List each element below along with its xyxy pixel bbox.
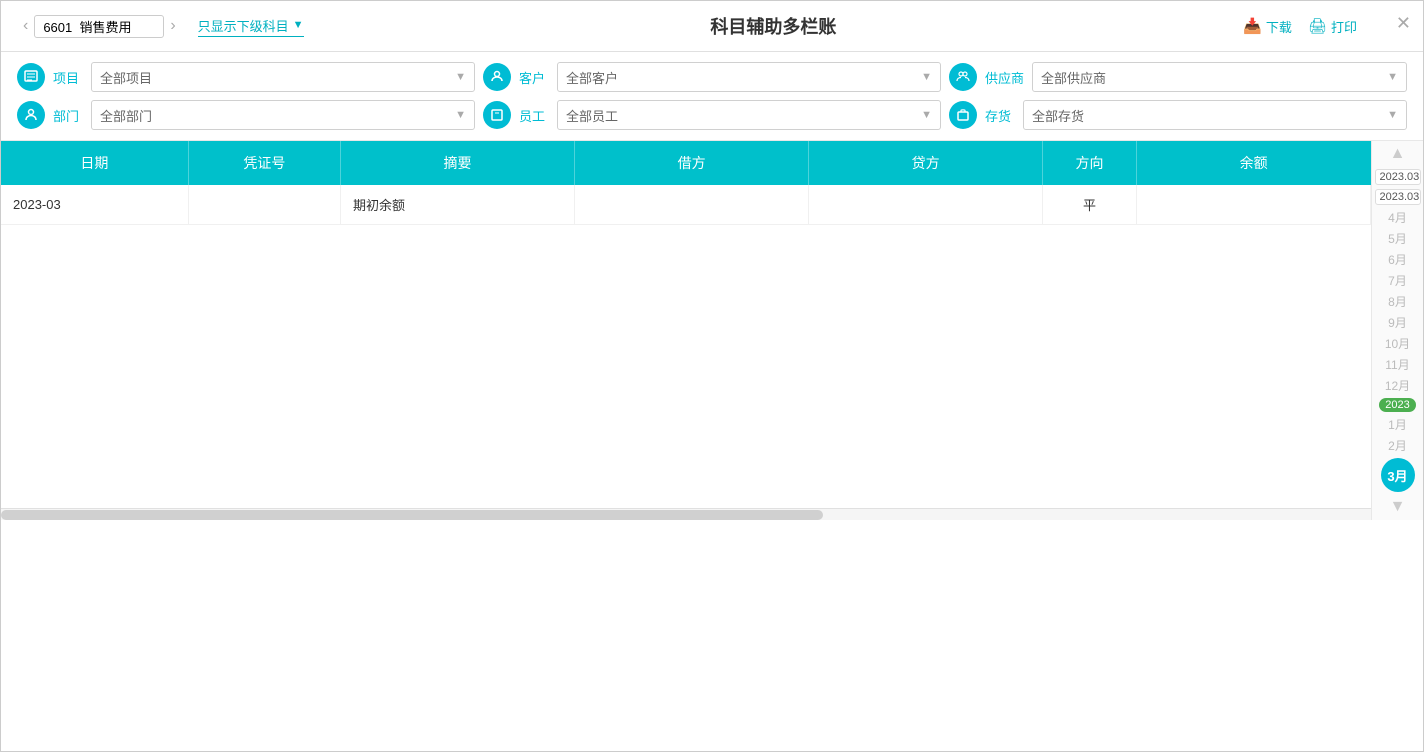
supplier-value: 全部供应商 (1041, 68, 1106, 87)
col-voucher: 凭证号 (188, 141, 340, 185)
project-label: 项目 (53, 68, 83, 87)
print-button[interactable]: 🖨 打印 (1308, 17, 1357, 36)
timeline-down-button[interactable]: ▼ (1390, 494, 1406, 520)
timeline-year-badge[interactable]: 2023 (1379, 398, 1415, 412)
filter-department: 部门 全部部门 ▼ (17, 100, 475, 130)
timeline-month-1[interactable]: 1月 (1372, 414, 1423, 435)
page-title: 科目辅助多栏账 (304, 13, 1244, 39)
cell-voucher (188, 185, 340, 225)
employee-label: 员工 (519, 106, 549, 125)
timeline-month-6[interactable]: 6月 (1372, 249, 1423, 270)
col-credit: 贷方 (809, 141, 1043, 185)
timeline-month-7[interactable]: 7月 (1372, 270, 1423, 291)
filter-supplier: 供应商 全部供应商 ▼ (949, 62, 1407, 92)
supplier-label: 供应商 (985, 68, 1024, 87)
table-header-row: 日期 凭证号 摘要 借方 贷方 方向 余额 (1, 141, 1371, 185)
show-sub-arrow-icon: ▼ (293, 19, 304, 31)
col-summary: 摘要 (340, 141, 574, 185)
timeline-date-1[interactable]: 2023.03 (1375, 169, 1421, 185)
cell-balance (1136, 185, 1370, 225)
table-row: 2023-03 期初余额 平 (1, 185, 1371, 225)
cell-date: 2023-03 (1, 185, 188, 225)
timeline-month-10[interactable]: 10月 (1372, 333, 1423, 354)
timeline-month-8[interactable]: 8月 (1372, 291, 1423, 312)
show-sub-toggle[interactable]: 只显示下级科目 ▼ (198, 16, 304, 37)
close-button[interactable]: ✕ (1396, 13, 1411, 34)
project-icon (17, 63, 45, 91)
department-select[interactable]: 全部部门 ▼ (91, 100, 475, 130)
department-label: 部门 (53, 106, 83, 125)
filter-customer: 客户 全部客户 ▼ (483, 62, 941, 92)
cell-credit (809, 185, 1043, 225)
horizontal-scrollbar[interactable] (1, 508, 1371, 520)
timeline-month-12[interactable]: 12月 (1372, 375, 1423, 396)
customer-value: 全部客户 (566, 68, 618, 87)
project-select[interactable]: 全部项目 ▼ (91, 62, 475, 92)
employee-select[interactable]: 全部员工 ▼ (557, 100, 941, 130)
customer-label: 客户 (519, 68, 549, 87)
timeline-month-2[interactable]: 2月 (1372, 435, 1423, 456)
next-account-button[interactable]: › (164, 15, 181, 37)
cell-direction: 平 (1043, 185, 1137, 225)
inventory-select[interactable]: 全部存货 ▼ (1023, 100, 1407, 130)
inventory-value: 全部存货 (1032, 106, 1084, 125)
timeline-date-2[interactable]: 2023.03 (1375, 189, 1421, 205)
supplier-arrow-icon: ▼ (1387, 71, 1398, 83)
show-sub-label: 只显示下级科目 (198, 16, 289, 35)
inventory-label: 存货 (985, 106, 1015, 125)
inventory-arrow-icon: ▼ (1387, 109, 1398, 121)
inventory-icon (949, 101, 977, 129)
main-window: ✕ ‹ › 只显示下级科目 ▼ 科目辅助多栏账 📥 下载 🖨 打印 (0, 0, 1424, 752)
scrollbar-thumb[interactable] (1, 510, 823, 520)
filter-project: 项目 全部项目 ▼ (17, 62, 475, 92)
project-arrow-icon: ▼ (455, 71, 466, 83)
filter-employee: 员工 全部员工 ▼ (483, 100, 941, 130)
supplier-icon (949, 63, 977, 91)
download-icon: 📥 (1243, 17, 1262, 35)
department-arrow-icon: ▼ (455, 109, 466, 121)
project-value: 全部项目 (100, 68, 152, 87)
employee-value: 全部员工 (566, 106, 618, 125)
timeline-month-11[interactable]: 11月 (1372, 354, 1423, 375)
department-value: 全部部门 (100, 106, 152, 125)
customer-select[interactable]: 全部客户 ▼ (557, 62, 941, 92)
account-code-area (34, 15, 164, 38)
employee-icon (483, 101, 511, 129)
col-direction: 方向 (1043, 141, 1137, 185)
employee-arrow-icon: ▼ (921, 109, 932, 121)
account-code-input[interactable] (34, 15, 164, 38)
col-debit: 借方 (575, 141, 809, 185)
customer-icon (483, 63, 511, 91)
timeline-active-month[interactable]: 3月 (1381, 458, 1415, 492)
cell-summary: 期初余额 (340, 185, 574, 225)
timeline-month-5[interactable]: 5月 (1372, 228, 1423, 249)
timeline-panel: ▲ 2023.03 2023.03 4月 5月 6月 7月 8月 9月 10月 … (1371, 141, 1423, 520)
col-balance: 余额 (1136, 141, 1370, 185)
print-label: 打印 (1331, 17, 1357, 36)
customer-arrow-icon: ▼ (921, 71, 932, 83)
print-icon: 🖨 (1308, 17, 1327, 35)
col-date: 日期 (1, 141, 188, 185)
prev-account-button[interactable]: ‹ (17, 15, 34, 37)
action-buttons: 📥 下载 🖨 打印 (1243, 17, 1357, 36)
supplier-select[interactable]: 全部供应商 ▼ (1032, 62, 1407, 92)
timeline-up-button[interactable]: ▲ (1390, 141, 1406, 167)
timeline-month-9[interactable]: 9月 (1372, 312, 1423, 333)
table-area: 日期 凭证号 摘要 借方 贷方 方向 余额 2023-03 (1, 141, 1371, 520)
download-label: 下载 (1266, 17, 1292, 36)
table-scroll-area[interactable]: 日期 凭证号 摘要 借方 贷方 方向 余额 2023-03 (1, 141, 1371, 508)
data-table: 日期 凭证号 摘要 借方 贷方 方向 余额 2023-03 (1, 141, 1371, 225)
filter-bar: 项目 全部项目 ▼ 客户 全部客户 ▼ 供应商 全部供应商 ▼ (1, 52, 1423, 141)
timeline-month-4[interactable]: 4月 (1372, 207, 1423, 228)
download-button[interactable]: 📥 下载 (1243, 17, 1292, 36)
department-icon (17, 101, 45, 129)
filter-inventory: 存货 全部存货 ▼ (949, 100, 1407, 130)
header-bar: ‹ › 只显示下级科目 ▼ 科目辅助多栏账 📥 下载 🖨 打印 (1, 1, 1423, 52)
cell-debit (575, 185, 809, 225)
